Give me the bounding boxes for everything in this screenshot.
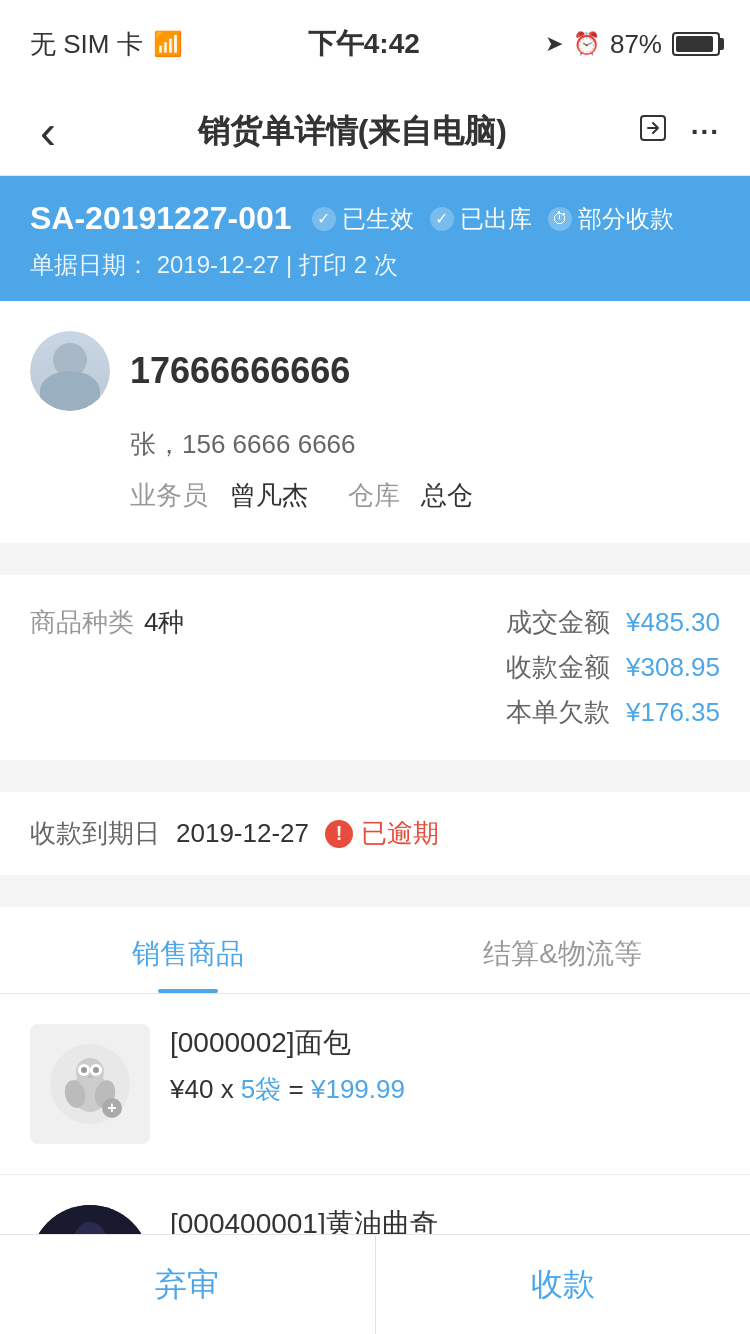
- divider-3: [0, 891, 750, 907]
- tab-sales-products[interactable]: 销售商品: [0, 907, 375, 993]
- cancel-review-button[interactable]: 弃审: [0, 1235, 376, 1334]
- badge-activated: ✓ 已生效: [312, 203, 414, 235]
- carrier-text: 无 SIM 卡: [30, 27, 143, 62]
- badge-partial: ⏱ 部分收款: [548, 203, 674, 235]
- nav-bar: ‹ 销货单详情(来自电脑) ···: [0, 88, 750, 176]
- product-price-1: ¥40 x 5袋 = ¥199.99: [170, 1072, 720, 1107]
- battery-text: 87%: [610, 29, 662, 60]
- order-id: SA-20191227-001: [30, 200, 292, 237]
- badge-label-2: 已出库: [460, 203, 532, 235]
- badge-shipped: ✓ 已出库: [430, 203, 532, 235]
- customer-sub: 张，156 6666 6666: [30, 427, 720, 462]
- collected-amount: 收款金额 ¥308.95: [506, 650, 720, 685]
- badge-label-3: 部分收款: [578, 203, 674, 235]
- sales-label: 业务员 曾凡杰: [130, 478, 308, 513]
- overdue-text: 已逾期: [361, 816, 439, 851]
- due-section: 收款到期日 2019-12-27 ! 已逾期: [0, 792, 750, 875]
- stats-section: 商品种类 4种 成交金额 ¥485.30 收款金额 ¥308.95 本单欠款 ¥…: [0, 575, 750, 760]
- date-value: 2019-12-27: [157, 251, 280, 278]
- status-left: 无 SIM 卡 📶: [30, 27, 183, 62]
- avatar: [30, 331, 110, 411]
- status-badges: ✓ 已生效 ✓ 已出库 ⏱ 部分收款: [312, 203, 674, 235]
- overdue-badge: ! 已逾期: [325, 816, 439, 851]
- customer-info: 17666666666: [30, 331, 720, 411]
- product-name-1: [0000002]面包: [170, 1024, 720, 1062]
- svg-point-6: [81, 1067, 87, 1073]
- check-icon-2: ✓: [430, 207, 454, 231]
- badge-label-1: 已生效: [342, 203, 414, 235]
- tabs-container: 销售商品 结算&物流等: [0, 907, 750, 994]
- location-icon: ➤: [545, 31, 563, 57]
- status-bar: 无 SIM 卡 📶 下午4:42 ➤ ⏰ 87%: [0, 0, 750, 88]
- status-right: ➤ ⏰ 87%: [545, 29, 720, 60]
- customer-name: 17666666666: [130, 350, 350, 392]
- order-header: SA-20191227-001 ✓ 已生效 ✓ 已出库 ⏱ 部分收款 单据日期：…: [0, 176, 750, 301]
- page-title: 销货单详情(来自电脑): [198, 110, 507, 154]
- sales-name: 曾凡杰: [230, 480, 308, 510]
- check-icon-1: ✓: [312, 207, 336, 231]
- product-types: 商品种类 4种: [30, 605, 184, 640]
- alarm-icon: ⏰: [573, 31, 600, 57]
- warehouse-name: 总仓: [421, 480, 473, 510]
- tab-settlement[interactable]: 结算&物流等: [375, 907, 750, 993]
- back-button[interactable]: ‹: [30, 94, 66, 169]
- divider-2: [0, 776, 750, 792]
- print-info: | 打印 2 次: [286, 251, 398, 278]
- svg-text:+: +: [107, 1099, 116, 1116]
- collect-button[interactable]: 收款: [376, 1235, 751, 1334]
- share-icon[interactable]: [639, 114, 667, 149]
- customer-meta: 业务员 曾凡杰 仓库 总仓: [30, 478, 720, 513]
- owed-amount: 本单欠款 ¥176.35: [506, 695, 720, 730]
- date-label: 单据日期：: [30, 251, 150, 278]
- order-date: 单据日期： 2019-12-27 | 打印 2 次: [30, 249, 720, 281]
- more-icon[interactable]: ···: [691, 116, 720, 148]
- warehouse-label: 仓库 总仓: [348, 478, 474, 513]
- product-info-1: [0000002]面包 ¥40 x 5袋 = ¥199.99: [170, 1024, 720, 1107]
- customer-section: 17666666666 张，156 6666 6666 业务员 曾凡杰 仓库 总…: [0, 301, 750, 543]
- battery-icon: [672, 32, 720, 56]
- wifi-icon: 📶: [153, 30, 183, 58]
- amounts: 成交金额 ¥485.30 收款金额 ¥308.95 本单欠款 ¥176.35: [506, 605, 720, 730]
- product-item: + [0000002]面包 ¥40 x 5袋 = ¥199.99: [0, 994, 750, 1175]
- bottom-actions: 弃审 收款: [0, 1234, 750, 1334]
- tabs: 销售商品 结算&物流等: [0, 907, 750, 993]
- nav-actions: ···: [639, 114, 720, 149]
- product-thumbnail-1: +: [30, 1024, 150, 1144]
- deal-amount: 成交金额 ¥485.30: [506, 605, 720, 640]
- svg-point-7: [93, 1067, 99, 1073]
- overdue-icon: !: [325, 820, 353, 848]
- clock-icon: ⏱: [548, 207, 572, 231]
- status-time: 下午4:42: [308, 25, 420, 63]
- divider-1: [0, 559, 750, 575]
